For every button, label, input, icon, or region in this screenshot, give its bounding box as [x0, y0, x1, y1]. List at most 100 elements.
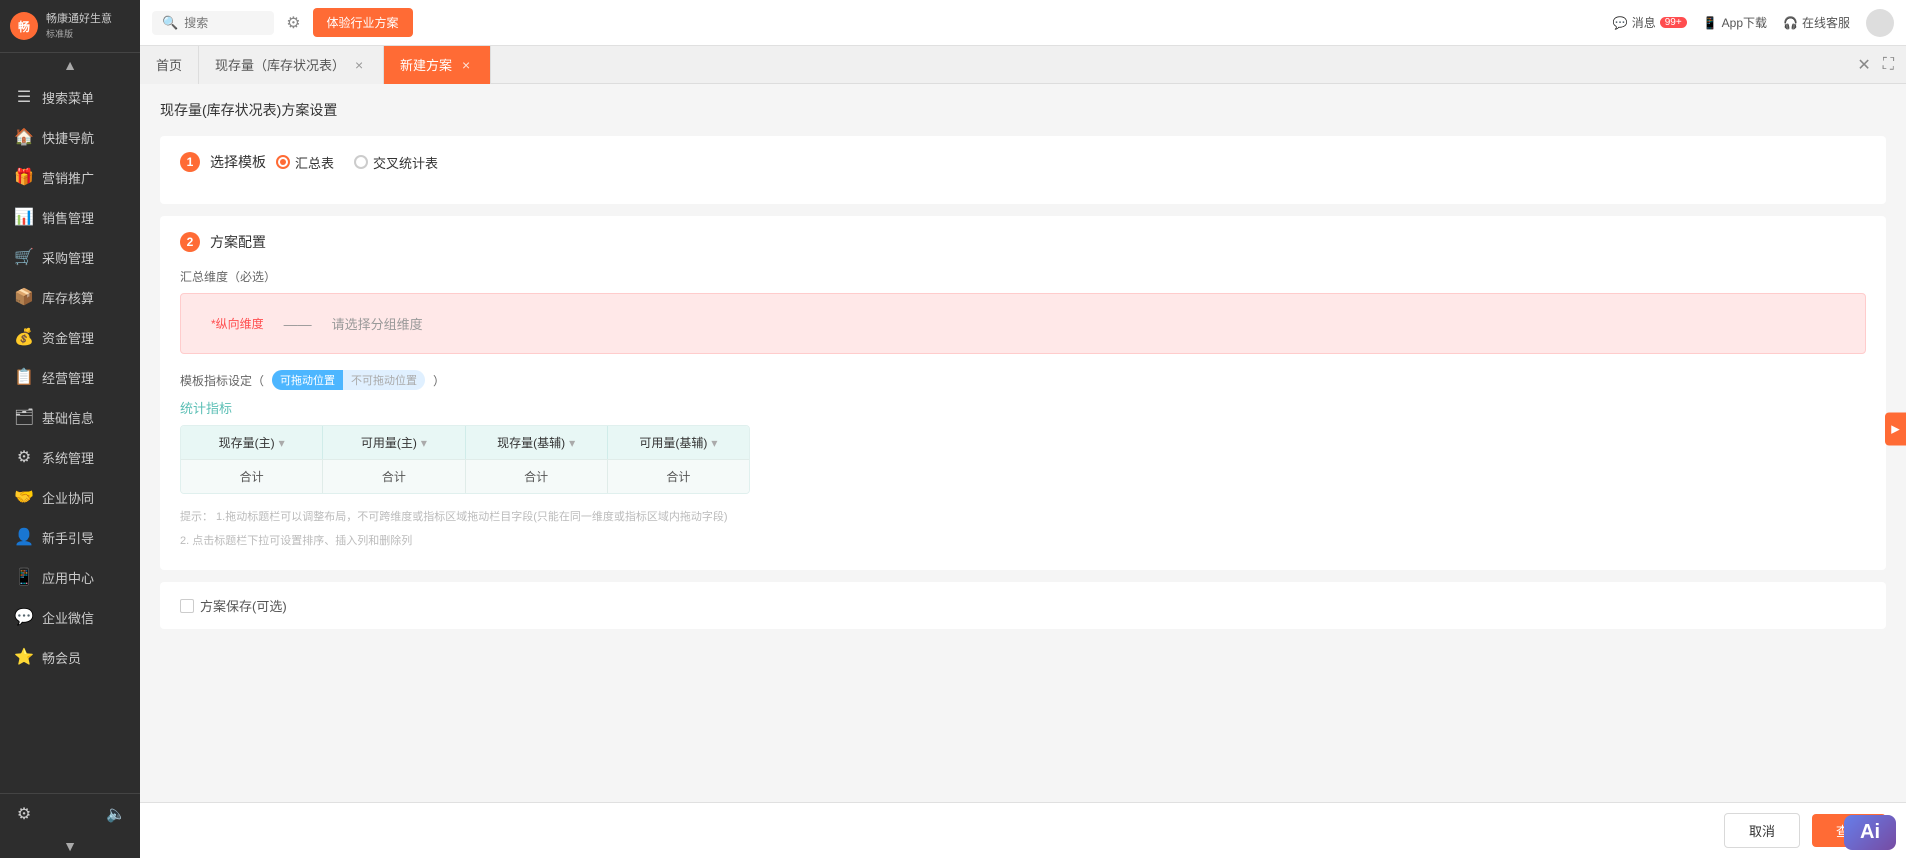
tab-home[interactable]: 首页 [140, 46, 199, 84]
app-logo-icon: 畅 [10, 12, 38, 40]
page-content: 现存量(库存状况表)方案设置 1 选择模板 汇总表 交叉统计表 [140, 84, 1906, 802]
sidebar-item-member[interactable]: ⭐畅会员 [0, 637, 140, 677]
sidebar-icon-purchase: 🛒 [14, 247, 34, 267]
radio-summary[interactable]: 汇总表 [276, 153, 334, 172]
topbar-search-box[interactable]: 🔍 [152, 11, 274, 35]
stat-col-label-available-main: 可用量(主) [361, 434, 417, 451]
sidebar-label-inventory: 库存核算 [42, 288, 94, 307]
sidebar-icon-cooperation: 🤝 [14, 487, 34, 507]
cancel-button[interactable]: 取消 [1724, 813, 1800, 848]
sidebar-icon-member: ⭐ [14, 647, 34, 667]
sidebar-icon-search-menu: ☰ [14, 87, 34, 107]
indicator-label: 模板指标设定（ 可拖动位置 不可拖动位置 ） [180, 370, 1866, 390]
stat-table-row: 合计合计合计合计 [181, 459, 749, 493]
sidebar: 畅 畅康通好生意 标准版 ▲ ☰搜索菜单🏠快捷导航🎁营销推广📊销售管理🛒采购管理… [0, 0, 140, 858]
radio-cross[interactable]: 交叉统计表 [354, 153, 438, 172]
sidebar-item-operations[interactable]: 📋 经营管理 [0, 357, 140, 397]
message-icon: 💬 [1613, 16, 1628, 30]
tab-new-scheme-close[interactable]: × [458, 57, 474, 73]
sidebar-item-app-center[interactable]: 📱应用中心 [0, 557, 140, 597]
sidebar-item-wechat[interactable]: 💬 企业微信 [0, 597, 140, 637]
tab-home-label: 首页 [156, 55, 182, 74]
stat-col-header-available-main[interactable]: 可用量(主)▾ [323, 426, 465, 459]
audio-icon[interactable]: 🔈 [106, 804, 126, 824]
aggregate-dim-label: 汇总维度（必选） [180, 268, 1866, 285]
sidebar-icon-new-guide: 👤 [14, 527, 34, 547]
sidebar-scroll-up[interactable]: ▲ [0, 53, 140, 77]
sidebar-item-inventory[interactable]: 📦 库存核算 [0, 277, 140, 317]
save-option-section: 方案保存(可选) [160, 582, 1886, 629]
sidebar-item-quick-nav[interactable]: 🏠快捷导航 [0, 117, 140, 157]
tab-expand-btn[interactable]: ⛶ [1879, 52, 1898, 78]
topbar-gear-icon[interactable]: ⚙ [282, 9, 304, 37]
topbar: 🔍 ⚙ 体验行业方案 💬 消息 99+ 📱 App下载 🎧 在线客服 [140, 0, 1906, 46]
section2-title: 方案配置 [210, 232, 266, 252]
sidebar-label-quick-nav: 快捷导航 [42, 128, 94, 147]
page-title: 现存量(库存状况表)方案设置 [160, 100, 1886, 120]
stat-col-header-current-main[interactable]: 现存量(主)▾ [181, 426, 323, 459]
indicator-settings: 模板指标设定（ 可拖动位置 不可拖动位置 ） 统计指标 现存量(主)▾可用量(主… [180, 370, 1866, 494]
sidebar-icon-wechat: 💬 [14, 607, 34, 627]
save-checkbox[interactable] [180, 599, 194, 613]
tab-new-scheme[interactable]: 新建方案 × [384, 46, 491, 84]
sidebar-icon-inventory: 📦 [14, 287, 34, 307]
stat-col-cell-available-aux: 合计 [608, 459, 749, 493]
chevron-down-icon: ▾ [569, 436, 575, 450]
sidebar-icon-operations: 📋 [14, 367, 34, 387]
sidebar-item-new-guide[interactable]: 👤新手引导 [0, 517, 140, 557]
stat-col-label-available-aux: 可用量(基辅) [639, 434, 707, 451]
sidebar-label-wechat: 企业微信 [42, 608, 94, 627]
experience-btn[interactable]: 体验行业方案 [313, 8, 413, 37]
hint-text: 提示： 1.拖动标题栏可以调整布局，不可跨维度或指标区域拖动栏目字段(只能在同一… [180, 506, 1866, 528]
hint-text: 2. 点击标题栏下拉可设置排序、插入列和删除列 [180, 530, 1866, 552]
tab-inventory-status-close[interactable]: × [351, 57, 367, 73]
sidebar-item-purchase[interactable]: 🛒采购管理 [0, 237, 140, 277]
chevron-down-icon: ▾ [711, 436, 717, 450]
sidebar-icon-marketing: 🎁 [14, 167, 34, 187]
user-avatar[interactable] [1866, 9, 1894, 37]
app-badge: 标准版 [46, 27, 112, 40]
save-option[interactable]: 方案保存(可选) [180, 596, 1866, 615]
app-download-item[interactable]: 📱 App下载 [1703, 14, 1767, 31]
sidebar-item-search-menu[interactable]: ☰搜索菜单 [0, 77, 140, 117]
sidebar-bottom: ⚙ 🔈 [0, 793, 140, 834]
message-item[interactable]: 💬 消息 99+ [1613, 14, 1687, 31]
statistics-table: 现存量(主)▾可用量(主)▾现存量(基辅)▾可用量(基辅)▾ 合计合计合计合计 [180, 425, 750, 494]
topbar-right: 💬 消息 99+ 📱 App下载 🎧 在线客服 [1613, 9, 1894, 37]
tab-inventory-status[interactable]: 现存量（库存状况表） × [199, 46, 384, 84]
stat-col-cell-current-aux: 合计 [466, 459, 608, 493]
sidebar-item-cooperation[interactable]: 🤝企业协同 [0, 477, 140, 517]
template-radio-group: 汇总表 交叉统计表 [276, 153, 438, 172]
search-input[interactable] [184, 16, 264, 30]
dim-arrow: —— [284, 316, 312, 332]
headset-icon: 🎧 [1783, 16, 1798, 30]
tab-close-btn[interactable]: ✕ [1853, 51, 1874, 79]
dimension-box[interactable]: *纵向维度 —— 请选择分组维度 [180, 293, 1866, 354]
sidebar-item-basic-info[interactable]: 🗂基础信息 [0, 397, 140, 437]
sidebar-item-sales[interactable]: 📊销售管理 [0, 197, 140, 237]
sidebar-item-marketing[interactable]: 🎁营销推广 [0, 157, 140, 197]
stat-col-header-current-aux[interactable]: 现存量(基辅)▾ [466, 426, 608, 459]
app-download-label: App下载 [1722, 14, 1767, 31]
sidebar-item-system[interactable]: ⚙系统管理 [0, 437, 140, 477]
stat-col-label-current-main: 现存量(主) [219, 434, 275, 451]
settings-icon[interactable]: ⚙ [14, 804, 34, 824]
ai-badge[interactable]: Ai [1844, 815, 1896, 850]
section-config: 2 方案配置 汇总维度（必选） *纵向维度 —— 请选择分组维度 模板指标设定（… [160, 216, 1886, 570]
stat-table-header: 现存量(主)▾可用量(主)▾现存量(基辅)▾可用量(基辅)▾ [181, 426, 749, 459]
toggle-draggable[interactable]: 可拖动位置 [272, 370, 343, 390]
section1-header: 1 选择模板 汇总表 交叉统计表 [180, 152, 1866, 172]
stat-col-header-available-aux[interactable]: 可用量(基辅) ▾ [608, 426, 749, 459]
sidebar-label-operations: 经营管理 [42, 368, 94, 387]
radio-summary-circle [276, 155, 290, 169]
stat-col-cell-available-main: 合计 [323, 459, 465, 493]
sidebar-item-finance[interactable]: 💰资金管理 [0, 317, 140, 357]
sidebar-icon-sales: 📊 [14, 207, 34, 227]
radio-cross-label: 交叉统计表 [373, 153, 438, 172]
section-template: 1 选择模板 汇总表 交叉统计表 [160, 136, 1886, 204]
online-service-item[interactable]: 🎧 在线客服 [1783, 14, 1850, 31]
indicator-close: ） [433, 372, 445, 389]
sidebar-scroll-down[interactable]: ▼ [0, 834, 140, 858]
toggle-not-draggable[interactable]: 不可拖动位置 [343, 370, 425, 390]
right-panel-hint[interactable]: ▶ [1885, 413, 1906, 446]
